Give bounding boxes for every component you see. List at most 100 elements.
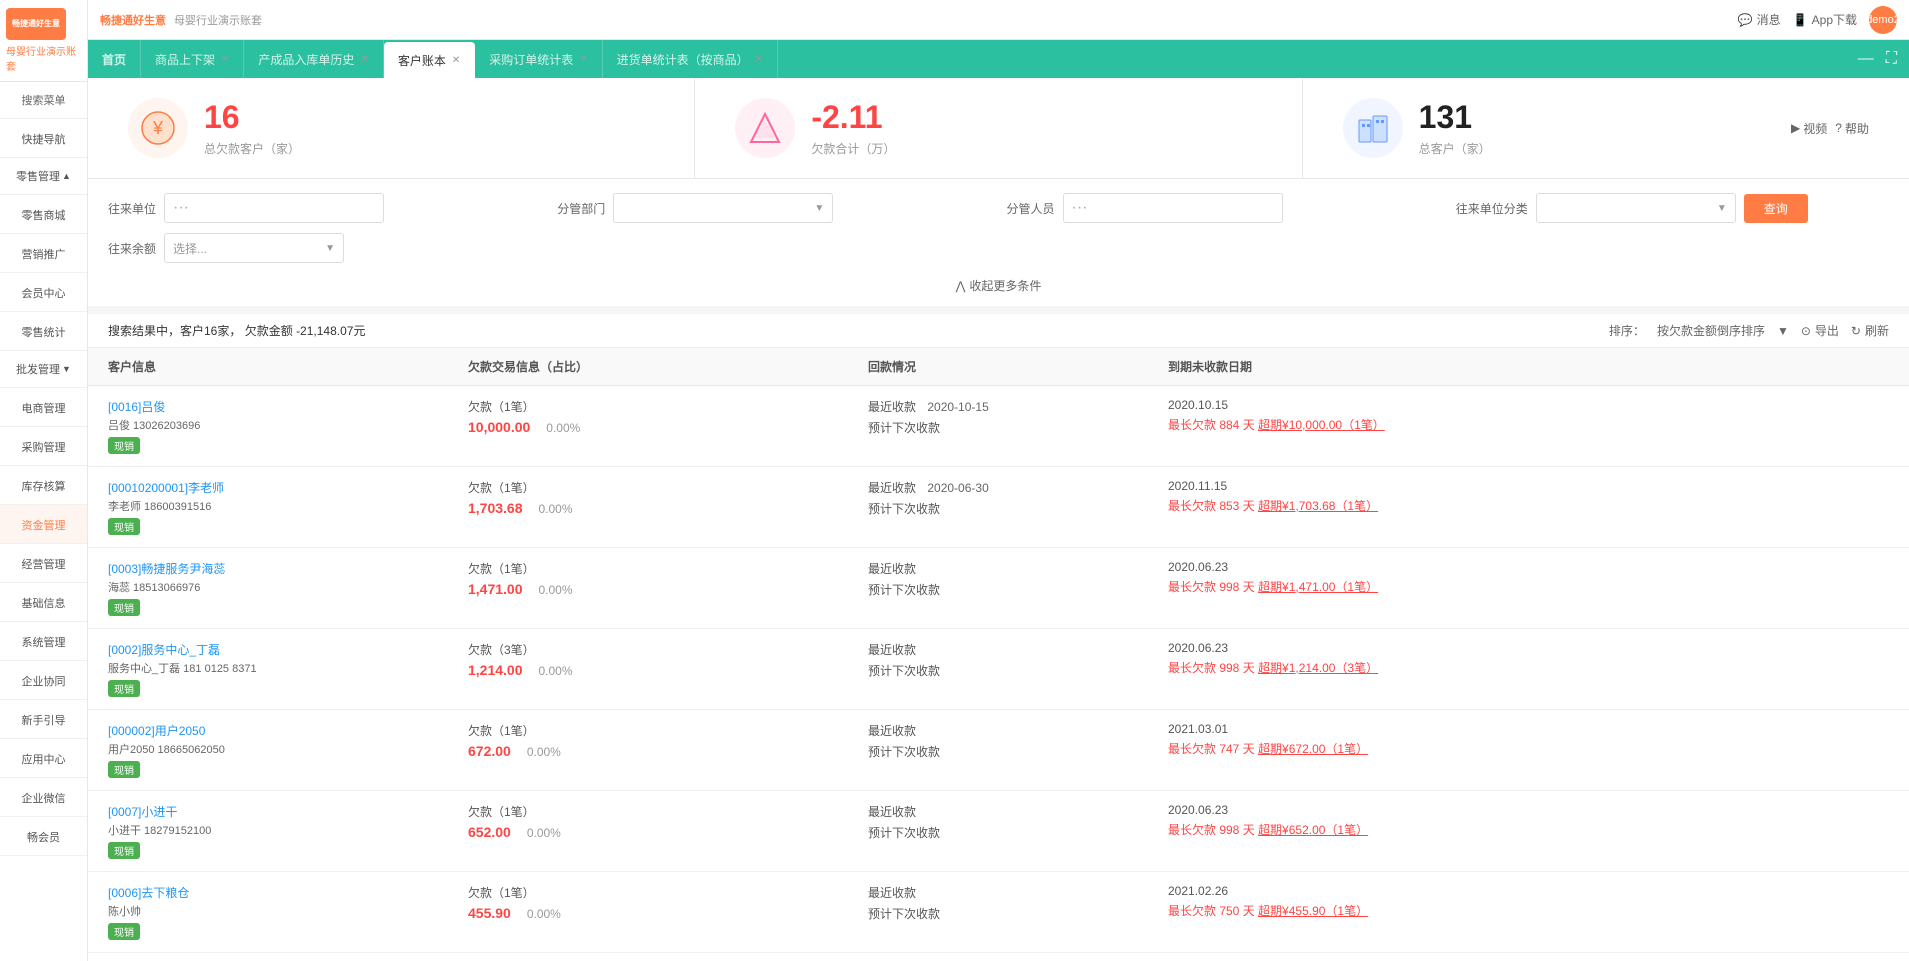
sidebar-item-enterprise-wechat-label: 企业微信 — [4, 790, 83, 806]
overdue-link-0[interactable]: 超期¥10,000.00（1笔） — [1258, 418, 1385, 432]
refresh-btn[interactable]: ↻ 刷新 — [1851, 322, 1889, 339]
due-date-2: 2020.06.23 最长欠款 998 天 超期¥1,471.00（1笔） — [1168, 560, 1889, 595]
video-btn[interactable]: ▶ 视频 — [1791, 120, 1827, 137]
debt-amount-1[interactable]: 1,703.68 — [468, 500, 523, 516]
tab-purchase-order-close[interactable]: ✕ — [579, 54, 587, 65]
tab-production-history[interactable]: 产成品入库单历史 ✕ — [244, 40, 383, 78]
source-category-select[interactable]: ▼ — [1536, 193, 1736, 223]
dept-select[interactable]: ▼ — [613, 193, 833, 223]
last-payment-label-3: 最近收款 — [868, 641, 1168, 658]
sidebar-item-marketing[interactable]: 营销推广 — [0, 234, 87, 273]
customer-name-6[interactable]: [0006]去下粮仓 — [108, 884, 468, 901]
customer-info-3: [0002]服务中心_丁磊 服务中心_丁磊 181 0125 8371 现销 — [108, 641, 468, 697]
table-row: [0016]吕俊 吕俊 13026203696 现销 欠款（1笔） 10,000… — [88, 386, 1909, 467]
tab-home[interactable]: 首页 — [88, 40, 141, 78]
customer-info-4: [000002]用户2050 用户2050 18665062050 现销 — [108, 722, 468, 778]
customer-name-3[interactable]: [0002]服务中心_丁磊 — [108, 641, 468, 658]
overdue-link-4[interactable]: 超期¥672.00（1笔） — [1258, 742, 1368, 756]
due-date-val-1: 2020.11.15 — [1168, 479, 1889, 493]
sidebar-item-retail-stats-label: 零售统计 — [4, 324, 83, 340]
sidebar-item-finance[interactable]: 资金管理 — [0, 505, 87, 544]
tab-product-off[interactable]: 商品上下架 ✕ — [141, 40, 244, 78]
message-btn[interactable]: 💬 消息 — [1738, 11, 1781, 28]
customer-name-2[interactable]: [0003]畅捷服务尹海蕊 — [108, 560, 468, 577]
customer-name-0[interactable]: [0016]吕俊 — [108, 398, 468, 415]
sidebar-item-batch-mgmt[interactable]: 批发管理 ▼ — [0, 351, 87, 388]
sidebar-item-member[interactable]: 会员中心 — [0, 273, 87, 312]
tab-purchase-order-label: 采购订单统计表 — [489, 51, 573, 68]
sidebar-item-enterprise[interactable]: 企业协同 — [0, 661, 87, 700]
customer-phone-1: 李老师 18600391516 — [108, 498, 468, 514]
help-btn[interactable]: ? 帮助 — [1835, 120, 1869, 137]
payment-status-1: 最近收款 2020-06-30 预计下次收款 — [868, 479, 1168, 517]
search-menu[interactable]: 搜索菜单 — [0, 82, 87, 119]
overdue-link-1[interactable]: 超期¥1,703.68（1笔） — [1258, 499, 1378, 513]
tab-inventory-stats[interactable]: 进货单统计表（按商品） ✕ — [603, 40, 778, 78]
avatar[interactable]: demo2 — [1869, 6, 1897, 34]
overdue-days-3: 最长欠款 998 天 超期¥1,214.00（3笔） — [1168, 659, 1889, 676]
filter-source-category: 往来单位分类 ▼ 查询 — [1456, 193, 1889, 223]
overdue-days-1: 最长欠款 853 天 超期¥1,703.68（1笔） — [1168, 497, 1889, 514]
manager-input[interactable]: ··· — [1063, 193, 1283, 223]
sidebar-item-purchase[interactable]: 采购管理 — [0, 427, 87, 466]
sidebar-item-retail-mgmt[interactable]: 零售管理 ▲ — [0, 158, 87, 195]
logo-text: 畅捷通好生意 — [12, 19, 60, 29]
tab-bar-actions: — ⛶ — [1854, 48, 1909, 70]
tab-minimize-btn[interactable]: — — [1854, 48, 1878, 70]
customer-name-5[interactable]: [0007]小进干 — [108, 803, 468, 820]
tab-customer-account[interactable]: 客户账本 ✕ — [384, 42, 475, 78]
due-date-1: 2020.11.15 最长欠款 853 天 超期¥1,703.68（1笔） — [1168, 479, 1889, 514]
sidebar-item-retail-stats[interactable]: 零售统计 — [0, 312, 87, 351]
debt-amount-0[interactable]: 10,000.00 — [468, 419, 530, 435]
sidebar-item-app-center[interactable]: 应用中心 — [0, 739, 87, 778]
customer-name-4[interactable]: [000002]用户2050 — [108, 722, 468, 739]
tab-product-off-close[interactable]: ✕ — [221, 54, 229, 65]
sidebar-item-retail-store[interactable]: 零售商城 — [0, 195, 87, 234]
overdue-link-2[interactable]: 超期¥1,471.00（1笔） — [1258, 580, 1378, 594]
sort-value[interactable]: 按欠款金额倒序排序 — [1657, 322, 1765, 339]
payment-status-5: 最近收款 预计下次收款 — [868, 803, 1168, 841]
sidebar-item-system[interactable]: 系统管理 — [0, 622, 87, 661]
overdue-link-6[interactable]: 超期¥455.90（1笔） — [1258, 904, 1368, 918]
collapse-filter-btn[interactable]: ⋀ 收起更多条件 — [108, 273, 1889, 298]
tab-inventory-stats-label: 进货单统计表（按商品） — [617, 51, 749, 68]
sidebar-item-enterprise-wechat[interactable]: 企业微信 — [0, 778, 87, 817]
quick-nav[interactable]: 快捷导航 — [0, 119, 87, 158]
debt-amount-3[interactable]: 1,214.00 — [468, 662, 523, 678]
stat-total-customers: 131 总客户（家） ▶ 视频 ? 帮助 — [1303, 78, 1909, 178]
overdue-link-5[interactable]: 超期¥652.00（1笔） — [1258, 823, 1368, 837]
customer-name-1[interactable]: [00010200001]李老师 — [108, 479, 468, 496]
debt-ratio-6: 0.00% — [527, 907, 561, 921]
overdue-link-3[interactable]: 超期¥1,214.00（3笔） — [1258, 661, 1378, 675]
debt-amount-2[interactable]: 1,471.00 — [468, 581, 523, 597]
query-button[interactable]: 查询 — [1744, 194, 1808, 223]
source-unit-input[interactable]: ··· — [164, 193, 384, 223]
export-btn[interactable]: ⊙ 导出 — [1801, 322, 1839, 339]
debt-ratio-0: 0.00% — [546, 421, 580, 435]
debt-info-1: 欠款（1笔） 1,703.68 0.00% — [468, 479, 868, 516]
tab-maximize-btn[interactable]: ⛶ — [1882, 48, 1901, 70]
sidebar-item-member-vip[interactable]: 畅会员 — [0, 817, 87, 856]
results-summary-text: 搜索结果中，客户16家 — [108, 324, 229, 338]
help-label: 帮助 — [1845, 120, 1869, 137]
debt-amount-5[interactable]: 652.00 — [468, 824, 511, 840]
sidebar-item-new-guide[interactable]: 新手引导 — [0, 700, 87, 739]
customer-tag-5: 现销 — [108, 842, 140, 859]
search-menu-label[interactable]: 搜索菜单 — [6, 88, 81, 112]
app-name: 畅捷通好生意 — [100, 12, 166, 28]
sidebar-item-ops[interactable]: 经营管理 — [0, 544, 87, 583]
customer-phone-4: 用户2050 18665062050 — [108, 741, 468, 757]
app-download-btn[interactable]: 📱 App下载 — [1793, 11, 1857, 28]
table-row: [0003]畅捷服务尹海蕊 海蕊 18513066976 现销 欠款（1笔） 1… — [88, 548, 1909, 629]
sidebar-item-basic-info[interactable]: 基础信息 — [0, 583, 87, 622]
debt-amount-4[interactable]: 672.00 — [468, 743, 511, 759]
collapse-label: 收起更多条件 — [969, 277, 1041, 294]
tab-purchase-order[interactable]: 采购订单统计表 ✕ — [475, 40, 602, 78]
tab-customer-account-close[interactable]: ✕ — [452, 55, 460, 66]
tab-production-history-close[interactable]: ✕ — [360, 54, 368, 65]
balance-select[interactable]: 选择... ▼ — [164, 233, 344, 263]
tab-inventory-stats-close[interactable]: ✕ — [755, 54, 763, 65]
sidebar-item-inventory[interactable]: 库存核算 — [0, 466, 87, 505]
debt-amount-6[interactable]: 455.90 — [468, 905, 511, 921]
sidebar-item-ecommerce[interactable]: 电商管理 — [0, 388, 87, 427]
